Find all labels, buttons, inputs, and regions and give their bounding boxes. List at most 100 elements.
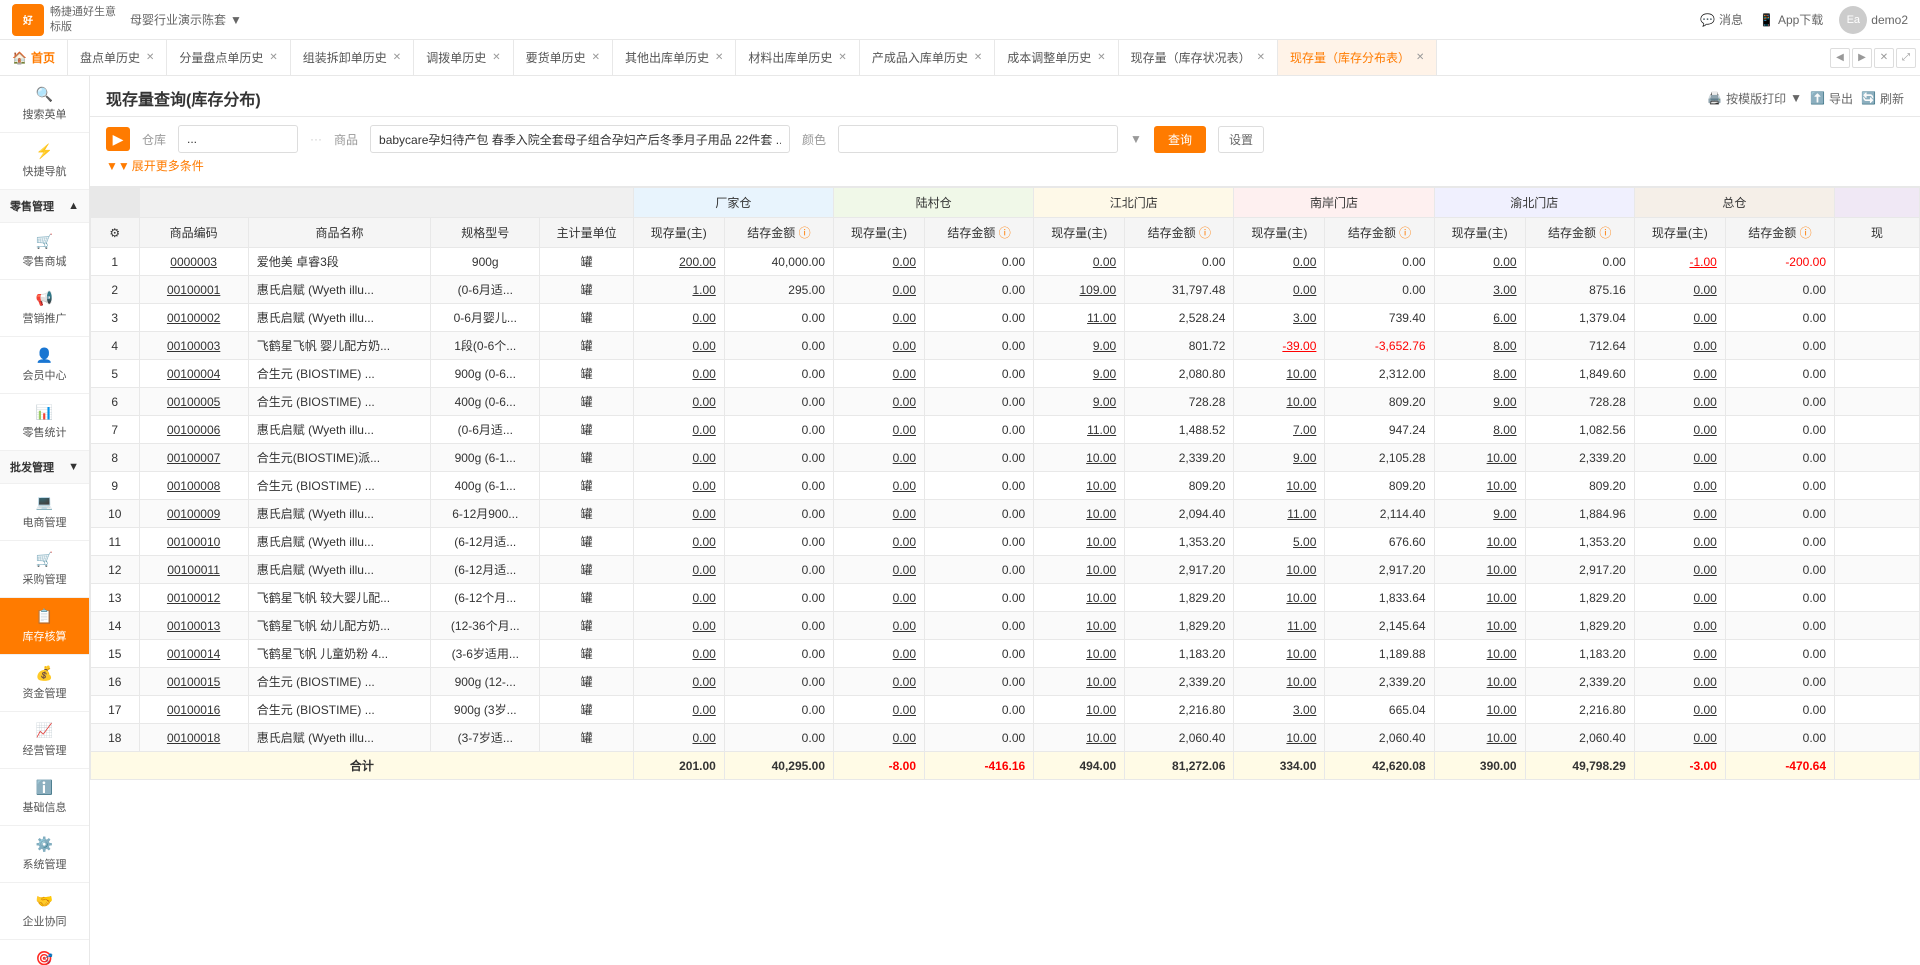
color-input[interactable] [838,125,1118,153]
tab-close-icon[interactable]: ✕ [269,52,277,63]
cell-lc-qty[interactable]: 0.00 [834,332,925,360]
export-btn[interactable]: ⬆️ 导出 [1810,90,1853,107]
cell-na-qty[interactable]: 10.00 [1234,724,1325,752]
cell-lc-qty[interactable]: 0.00 [834,528,925,556]
cell-code[interactable]: 00100006 [139,416,248,444]
cell-fj-qty[interactable]: 0.00 [633,556,724,584]
cell-total-qty[interactable]: 0.00 [1634,584,1725,612]
cell-total-qty[interactable]: 0.00 [1634,556,1725,584]
cell-code[interactable]: 00100016 [139,696,248,724]
cell-na-qty[interactable]: 10.00 [1234,556,1325,584]
cell-na-qty[interactable]: 10.00 [1234,640,1325,668]
cell-jb-qty[interactable]: 10.00 [1034,584,1125,612]
settings-cog-icon[interactable]: ⚙ [109,226,120,240]
sidebar-item-business[interactable]: 📈 经营管理 [0,712,89,769]
cell-total-qty[interactable]: 0.00 [1634,388,1725,416]
cell-lc-qty[interactable]: 0.00 [834,304,925,332]
message-btn[interactable]: 💬 消息 [1700,11,1743,28]
cell-na-qty[interactable]: 10.00 [1234,360,1325,388]
cell-na-qty[interactable]: 10.00 [1234,388,1325,416]
cell-lc-qty[interactable]: 0.00 [834,360,925,388]
cell-yb-qty[interactable]: 3.00 [1434,276,1525,304]
cell-yb-qty[interactable]: 8.00 [1434,416,1525,444]
cell-code[interactable]: 00100014 [139,640,248,668]
cell-yb-qty[interactable]: 10.00 [1434,696,1525,724]
cell-fj-qty[interactable]: 0.00 [633,304,724,332]
tab-other-out[interactable]: 其他出库单历史 ✕ [613,40,736,76]
tab-purchase-order[interactable]: 要货单历史 ✕ [514,40,613,76]
cell-total-qty[interactable]: 0.00 [1634,444,1725,472]
sidebar-item-finance[interactable]: 💰 资金管理 [0,655,89,712]
cell-yb-qty[interactable]: 6.00 [1434,304,1525,332]
tab-material-out[interactable]: 材料出库单历史 ✕ [736,40,859,76]
cell-code[interactable]: 00100013 [139,612,248,640]
tab-close-icon[interactable]: ✕ [592,52,600,63]
cell-fj-qty[interactable]: 200.00 [633,248,724,276]
cell-jb-qty[interactable]: 10.00 [1034,724,1125,752]
goods-input[interactable] [370,125,790,153]
cell-fj-qty[interactable]: 0.00 [633,668,724,696]
tab-close-icon[interactable]: ✕ [1257,52,1265,63]
cell-jb-qty[interactable]: 0.00 [1034,248,1125,276]
tab-stock-dist[interactable]: 现存量（库存分布表） ✕ [1278,40,1437,76]
cell-total-qty[interactable]: 0.00 [1634,668,1725,696]
cell-yb-qty[interactable]: 8.00 [1434,360,1525,388]
cell-total-qty[interactable]: 0.00 [1634,332,1725,360]
cell-jb-qty[interactable]: 9.00 [1034,360,1125,388]
cell-fj-qty[interactable]: 0.00 [633,528,724,556]
tab-next-btn[interactable]: ▶ [1852,48,1872,68]
tab-close-icon[interactable]: ✕ [393,52,401,63]
sidebar-section-retail[interactable]: 零售管理 ▲ [0,190,89,223]
tab-close-icon[interactable]: ✕ [974,52,982,63]
tab-home[interactable]: 🏠 首页 [0,40,68,76]
cell-jb-qty[interactable]: 9.00 [1034,332,1125,360]
cell-fj-qty[interactable]: 0.00 [633,360,724,388]
cell-fj-qty[interactable]: 0.00 [633,472,724,500]
cell-total-qty[interactable]: 0.00 [1634,360,1725,388]
sidebar-section-wholesale[interactable]: 批发管理 ▼ [0,451,89,484]
cell-na-qty[interactable]: 7.00 [1234,416,1325,444]
cell-lc-qty[interactable]: 0.00 [834,276,925,304]
cell-na-qty[interactable]: 3.00 [1234,696,1325,724]
settings-btn[interactable]: 设置 [1218,126,1264,153]
cell-code[interactable]: 00100001 [139,276,248,304]
cell-lc-qty[interactable]: 0.00 [834,388,925,416]
cell-total-qty[interactable]: 0.00 [1634,696,1725,724]
cell-lc-qty[interactable]: 0.00 [834,472,925,500]
expand-conditions-btn[interactable]: ▼▼ 展开更多条件 [106,157,204,174]
cell-na-qty[interactable]: 10.00 [1234,472,1325,500]
cell-total-qty[interactable]: 0.00 [1634,304,1725,332]
cell-yb-qty[interactable]: 10.00 [1434,444,1525,472]
cell-fj-qty[interactable]: 0.00 [633,696,724,724]
sidebar-item-inventory[interactable]: 📋 库存核算 [0,598,89,655]
tab-product-in[interactable]: 产成品入库单历史 ✕ [860,40,995,76]
tab-transfer[interactable]: 调拨单历史 ✕ [414,40,513,76]
cell-yb-qty[interactable]: 10.00 [1434,528,1525,556]
tab-close-icon[interactable]: ✕ [715,52,723,63]
cell-yb-qty[interactable]: 9.00 [1434,500,1525,528]
cell-total-qty[interactable]: 0.00 [1634,528,1725,556]
sidebar-item-quick[interactable]: ⚡ 快捷导航 [0,133,89,190]
cell-fj-qty[interactable]: 0.00 [633,640,724,668]
sidebar-item-system[interactable]: ⚙️ 系统管理 [0,826,89,883]
sidebar-item-marketing[interactable]: 📢 营销推广 [0,280,89,337]
cell-jb-qty[interactable]: 10.00 [1034,528,1125,556]
cell-fj-qty[interactable]: 0.00 [633,724,724,752]
cell-yb-qty[interactable]: 10.00 [1434,472,1525,500]
cell-lc-qty[interactable]: 0.00 [834,500,925,528]
tab-sub-inventory[interactable]: 分量盘点单历史 ✕ [167,40,290,76]
cell-code[interactable]: 00100003 [139,332,248,360]
cell-lc-qty[interactable]: 0.00 [834,584,925,612]
sidebar-item-store[interactable]: 🛒 零售商城 [0,223,89,280]
cell-yb-qty[interactable]: 10.00 [1434,640,1525,668]
cell-fj-qty[interactable]: 0.00 [633,612,724,640]
warehouse-input[interactable] [178,125,298,153]
cell-yb-qty[interactable]: 10.00 [1434,724,1525,752]
cell-code[interactable]: 00100007 [139,444,248,472]
filter-collapse-btn[interactable]: ▶ [106,127,130,151]
cell-yb-qty[interactable]: 10.00 [1434,556,1525,584]
cell-code[interactable]: 00100005 [139,388,248,416]
cell-na-qty[interactable]: 10.00 [1234,584,1325,612]
cell-jb-qty[interactable]: 10.00 [1034,500,1125,528]
cell-jb-qty[interactable]: 10.00 [1034,640,1125,668]
